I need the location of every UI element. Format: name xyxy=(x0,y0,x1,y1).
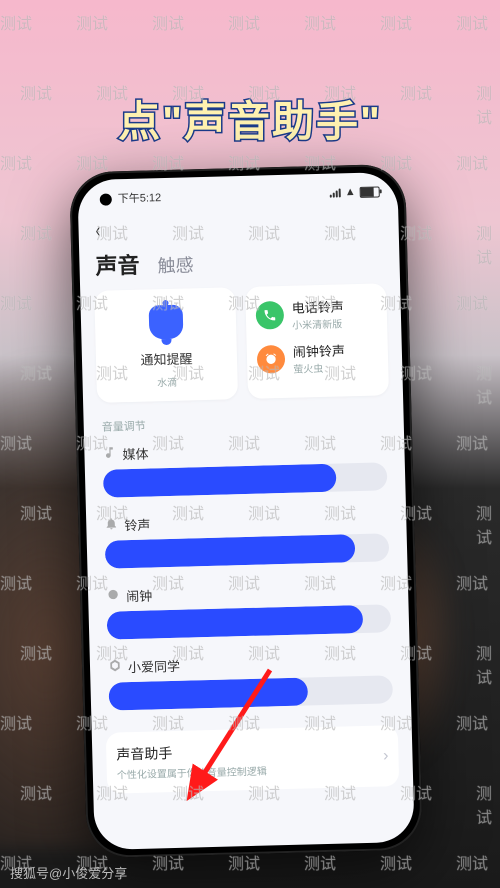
slider-label: 媒体 xyxy=(122,444,149,464)
notification-title: 通知提醒 xyxy=(140,348,192,368)
slider-label: 铃声 xyxy=(124,515,151,535)
music-note-icon xyxy=(102,445,116,462)
slider-fill xyxy=(103,464,337,498)
watermark-text: 测试 xyxy=(0,10,32,34)
phone-frame: 下午5:12 ▲ ‹ 声音 触感 通知提醒 水滴 xyxy=(69,164,423,859)
watermark-text: 测试 xyxy=(304,850,336,874)
xiaoai-icon xyxy=(108,658,122,675)
call-ringtone-sub: 小米清新版 xyxy=(292,315,344,331)
watermark-text: 测试 xyxy=(20,220,52,244)
watermark-text: 测试 xyxy=(456,710,488,734)
notification-card[interactable]: 通知提醒 水滴 xyxy=(94,287,238,403)
battery-icon xyxy=(360,186,380,198)
signal-icon xyxy=(330,188,341,197)
watermark-text: 测试 xyxy=(304,10,336,34)
sound-assistant-row[interactable]: 声音助手 个性化设置属于你的音量控制逻辑 › xyxy=(106,725,399,794)
watermark-text: 测试 xyxy=(476,500,500,548)
phone-icon xyxy=(256,301,285,330)
sound-assistant-subtitle: 个性化设置属于你的音量控制逻辑 xyxy=(117,763,267,782)
watermark-text: 测试 xyxy=(456,430,488,454)
watermark-text: 测试 xyxy=(380,850,412,874)
watermark-text: 测试 xyxy=(456,570,488,594)
alarm-ringtone-row[interactable]: 闹钟铃声 萤火虫 xyxy=(257,339,379,376)
credit-text: 搜狐号@小俊爱分享 xyxy=(10,863,127,882)
alarm-small-icon xyxy=(106,587,120,604)
notification-subtitle: 水滴 xyxy=(157,374,177,390)
phone-screen: 下午5:12 ▲ ‹ 声音 触感 通知提醒 水滴 xyxy=(77,172,414,850)
tab-sound[interactable]: 声音 xyxy=(95,248,140,281)
slider-label: 小爱同学 xyxy=(128,656,180,676)
sound-assistant-title: 声音助手 xyxy=(116,741,266,765)
watermark-text: 测试 xyxy=(0,290,32,314)
status-time: 下午5:12 xyxy=(118,189,162,206)
slider-label: 闹钟 xyxy=(126,585,153,605)
watermark-text: 测试 xyxy=(76,10,108,34)
watermark-text: 测试 xyxy=(476,780,500,828)
alarm-ringtone-sub: 萤火虫 xyxy=(293,359,345,375)
slider-track[interactable] xyxy=(108,675,393,710)
watermark-text: 测试 xyxy=(0,150,32,174)
alarm-ringtone-title: 闹钟铃声 xyxy=(293,340,345,360)
slider-track[interactable] xyxy=(105,533,390,568)
watermark-text: 测试 xyxy=(152,10,184,34)
slider-track[interactable] xyxy=(107,604,392,639)
watermark-text: 测试 xyxy=(456,290,488,314)
page-tabs: 声音 触感 xyxy=(79,237,400,291)
slider-track[interactable] xyxy=(103,462,388,497)
watermark-text: 测试 xyxy=(476,220,500,268)
watermark-text: 测试 xyxy=(380,10,412,34)
ringtone-card: 电话铃声 小米清新版 闹钟铃声 萤火虫 xyxy=(245,283,389,399)
call-ringtone-row[interactable]: 电话铃声 小米清新版 xyxy=(255,296,377,333)
watermark-text: 测试 xyxy=(456,10,488,34)
tab-haptics[interactable]: 触感 xyxy=(157,251,194,278)
slider-fill xyxy=(105,534,356,569)
watermark-text: 测试 xyxy=(76,150,108,174)
chevron-right-icon: › xyxy=(383,747,389,765)
slider-fill xyxy=(108,677,307,710)
instruction-caption: 点"声音助手" xyxy=(0,88,500,149)
watermark-text: 测试 xyxy=(228,10,260,34)
volume-slider-闹钟[interactable]: 闹钟 xyxy=(88,575,410,654)
call-ringtone-title: 电话铃声 xyxy=(291,296,343,316)
bell-small-icon xyxy=(104,516,118,533)
volume-slider-媒体[interactable]: 媒体 xyxy=(84,433,406,512)
wifi-icon: ▲ xyxy=(345,186,356,198)
watermark-text: 测试 xyxy=(456,850,488,874)
alarm-icon xyxy=(257,345,286,374)
watermark-text: 测试 xyxy=(456,150,488,174)
volume-slider-小爱同学[interactable]: 小爱同学 xyxy=(90,646,412,725)
back-button[interactable]: ‹ xyxy=(95,220,100,243)
slider-fill xyxy=(107,605,363,640)
volume-slider-铃声[interactable]: 铃声 xyxy=(86,504,408,583)
watermark-text: 测试 xyxy=(476,360,500,408)
watermark-text: 测试 xyxy=(476,640,500,688)
bell-icon xyxy=(148,305,183,340)
